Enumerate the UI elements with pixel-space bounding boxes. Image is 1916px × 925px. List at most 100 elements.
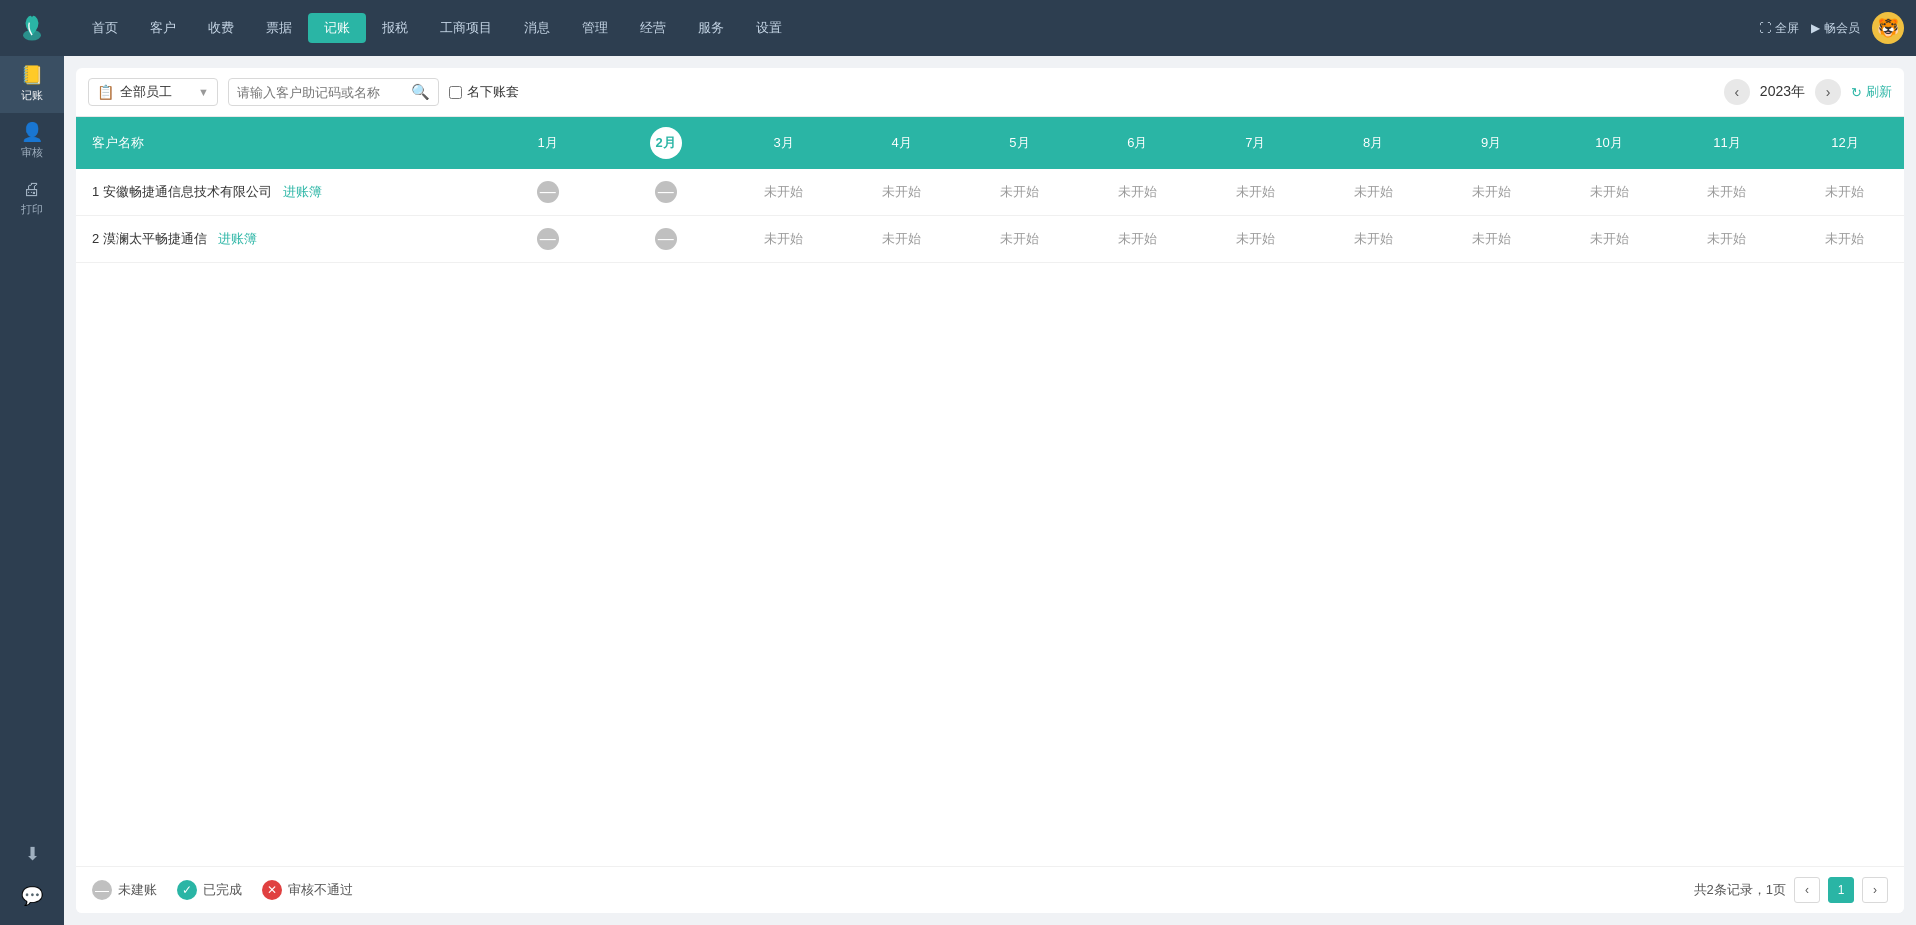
dropdown-arrow-icon: ▼ xyxy=(198,86,209,98)
main-area: 首页 客户 收费 票据 记账 报税 工商项目 消息 管理 经营 服务 设置 ⛶ … xyxy=(64,0,1916,925)
row-index: 2 xyxy=(92,231,99,246)
sidebar-item-review[interactable]: 👤 审核 xyxy=(0,113,64,170)
enter-link[interactable]: 进账簿 xyxy=(218,231,257,246)
status-not-started: 未开始 xyxy=(1000,231,1039,246)
table-body: 1 安徽畅捷通信息技术有限公司 进账簿——未开始未开始未开始未开始未开始未开始未… xyxy=(76,169,1904,263)
cell-m3: 未开始 xyxy=(725,216,843,263)
cell-m9: 未开始 xyxy=(1432,216,1550,263)
sidebar-item-bookkeeping[interactable]: 📒 记账 xyxy=(0,56,64,113)
status-not-started: 未开始 xyxy=(1236,231,1275,246)
search-button[interactable]: 🔍 xyxy=(411,83,430,101)
sidebar-item-message[interactable]: 💬 xyxy=(0,877,64,915)
col-header-m6: 6月 xyxy=(1078,117,1196,169)
nav-manage[interactable]: 管理 xyxy=(566,13,624,43)
status-not-started: 未开始 xyxy=(1825,231,1864,246)
account-checkbox[interactable] xyxy=(449,86,462,99)
refresh-label: 刷新 xyxy=(1866,83,1892,101)
topnav-right: ⛶ 全屏 ▶ 畅会员 🐯 xyxy=(1759,12,1904,44)
status-not-started: 未开始 xyxy=(1472,231,1511,246)
status-not-started: 未开始 xyxy=(1000,184,1039,199)
nav-bookkeeping[interactable]: 记账 xyxy=(308,13,366,43)
nav-tax[interactable]: 报税 xyxy=(366,13,424,43)
nav-settings[interactable]: 设置 xyxy=(740,13,798,43)
cell-m12: 未开始 xyxy=(1786,169,1904,216)
status-not-started: 未开始 xyxy=(1707,184,1746,199)
bookkeeping-icon: 📒 xyxy=(21,66,43,84)
cell-m6: 未开始 xyxy=(1078,169,1196,216)
cell-m8: 未开始 xyxy=(1314,216,1432,263)
cell-name: 1 安徽畅捷通信息技术有限公司 进账簿 xyxy=(76,169,489,216)
vip-icon: ▶ xyxy=(1811,21,1820,35)
nav-customer[interactable]: 客户 xyxy=(134,13,192,43)
cell-m11: 未开始 xyxy=(1668,169,1786,216)
pagination: 共2条记录，1页 ‹ 1 › xyxy=(1694,877,1888,903)
legend-complete: ✓ 已完成 xyxy=(177,880,242,900)
nav-operation[interactable]: 经营 xyxy=(624,13,682,43)
vip-button[interactable]: ▶ 畅会员 xyxy=(1811,20,1860,37)
fullscreen-label: 全屏 xyxy=(1775,20,1799,37)
col-header-m3: 3月 xyxy=(725,117,843,169)
sidebar-item-print[interactable]: 🖨 打印 xyxy=(0,170,64,227)
nav-message[interactable]: 消息 xyxy=(508,13,566,43)
cell-m9: 未开始 xyxy=(1432,169,1550,216)
enter-link[interactable]: 进账簿 xyxy=(283,184,322,199)
nav-home[interactable]: 首页 xyxy=(76,13,134,43)
col-header-m4: 4月 xyxy=(843,117,961,169)
next-page-button[interactable]: › xyxy=(1862,877,1888,903)
print-icon: 🖨 xyxy=(23,180,41,198)
cell-m3: 未开始 xyxy=(725,169,843,216)
sidebar-bottom: ⬇ 💬 xyxy=(0,835,64,925)
feb-active-circle: 2月 xyxy=(650,127,682,159)
cell-m6: 未开始 xyxy=(1078,216,1196,263)
search-input[interactable] xyxy=(237,85,405,100)
current-page-button[interactable]: 1 xyxy=(1828,877,1854,903)
table-row: 2 漠澜太平畅捷通信 进账簿——未开始未开始未开始未开始未开始未开始未开始未开始… xyxy=(76,216,1904,263)
avatar[interactable]: 🐯 xyxy=(1872,12,1904,44)
nav-service[interactable]: 服务 xyxy=(682,13,740,43)
year-nav: ‹ 2023年 › xyxy=(1724,79,1841,105)
nav-invoice[interactable]: 票据 xyxy=(250,13,308,43)
cell-m2: — xyxy=(607,216,725,263)
year-prev-button[interactable]: ‹ xyxy=(1724,79,1750,105)
main-card: 📋 全部员工 ▼ 🔍 名下账套 ‹ 2023年 › xyxy=(76,68,1904,913)
account-checkbox-label[interactable]: 名下账套 xyxy=(449,83,519,101)
vip-label: 畅会员 xyxy=(1824,20,1860,37)
refresh-icon: ↻ xyxy=(1851,85,1862,100)
record-info: 共2条记录，1页 xyxy=(1694,881,1786,899)
top-nav: 首页 客户 收费 票据 记账 报税 工商项目 消息 管理 经营 服务 设置 ⛶ … xyxy=(64,0,1916,56)
cell-m2: — xyxy=(607,169,725,216)
year-next-button[interactable]: › xyxy=(1815,79,1841,105)
legend-red-icon: ✕ xyxy=(262,880,282,900)
sidebar-item-download[interactable]: ⬇ xyxy=(0,835,64,873)
avatar-emoji: 🐯 xyxy=(1877,17,1899,39)
col-header-m5: 5月 xyxy=(960,117,1078,169)
logo xyxy=(0,0,64,56)
cell-m7: 未开始 xyxy=(1196,169,1314,216)
cell-m10: 未开始 xyxy=(1550,169,1668,216)
nav-billing[interactable]: 收费 xyxy=(192,13,250,43)
fullscreen-button[interactable]: ⛶ 全屏 xyxy=(1759,20,1799,37)
account-checkbox-text: 名下账套 xyxy=(467,83,519,101)
table-row: 1 安徽畅捷通信息技术有限公司 进账簿——未开始未开始未开始未开始未开始未开始未… xyxy=(76,169,1904,216)
review-icon: 👤 xyxy=(21,123,43,141)
prev-page-button[interactable]: ‹ xyxy=(1794,877,1820,903)
col-header-m1: 1月 xyxy=(489,117,607,169)
cell-name: 2 漠澜太平畅捷通信 进账簿 xyxy=(76,216,489,263)
status-dot-unbuilt: — xyxy=(655,181,677,203)
sidebar-item-print-label: 打印 xyxy=(21,202,43,217)
table-wrap: 客户名称 1月 2月 3月 4月 5月 6月 7月 8月 9月 xyxy=(76,117,1904,866)
legend-rejected: ✕ 审核不通过 xyxy=(262,880,353,900)
col-header-name: 客户名称 xyxy=(76,117,489,169)
col-header-m8: 8月 xyxy=(1314,117,1432,169)
sidebar: 📒 记账 👤 审核 🖨 打印 ⬇ 💬 xyxy=(0,0,64,925)
search-input-wrap: 🔍 xyxy=(228,78,439,106)
nav-business[interactable]: 工商项目 xyxy=(424,13,508,43)
legend-unbuilt-label: 未建账 xyxy=(118,881,157,899)
status-not-started: 未开始 xyxy=(1590,231,1629,246)
refresh-button[interactable]: ↻ 刷新 xyxy=(1851,83,1892,101)
employee-select-icon: 📋 xyxy=(97,84,114,100)
cell-m4: 未开始 xyxy=(843,216,961,263)
employee-select[interactable]: 📋 全部员工 ▼ xyxy=(88,78,218,106)
cell-m4: 未开始 xyxy=(843,169,961,216)
status-not-started: 未开始 xyxy=(1118,231,1157,246)
